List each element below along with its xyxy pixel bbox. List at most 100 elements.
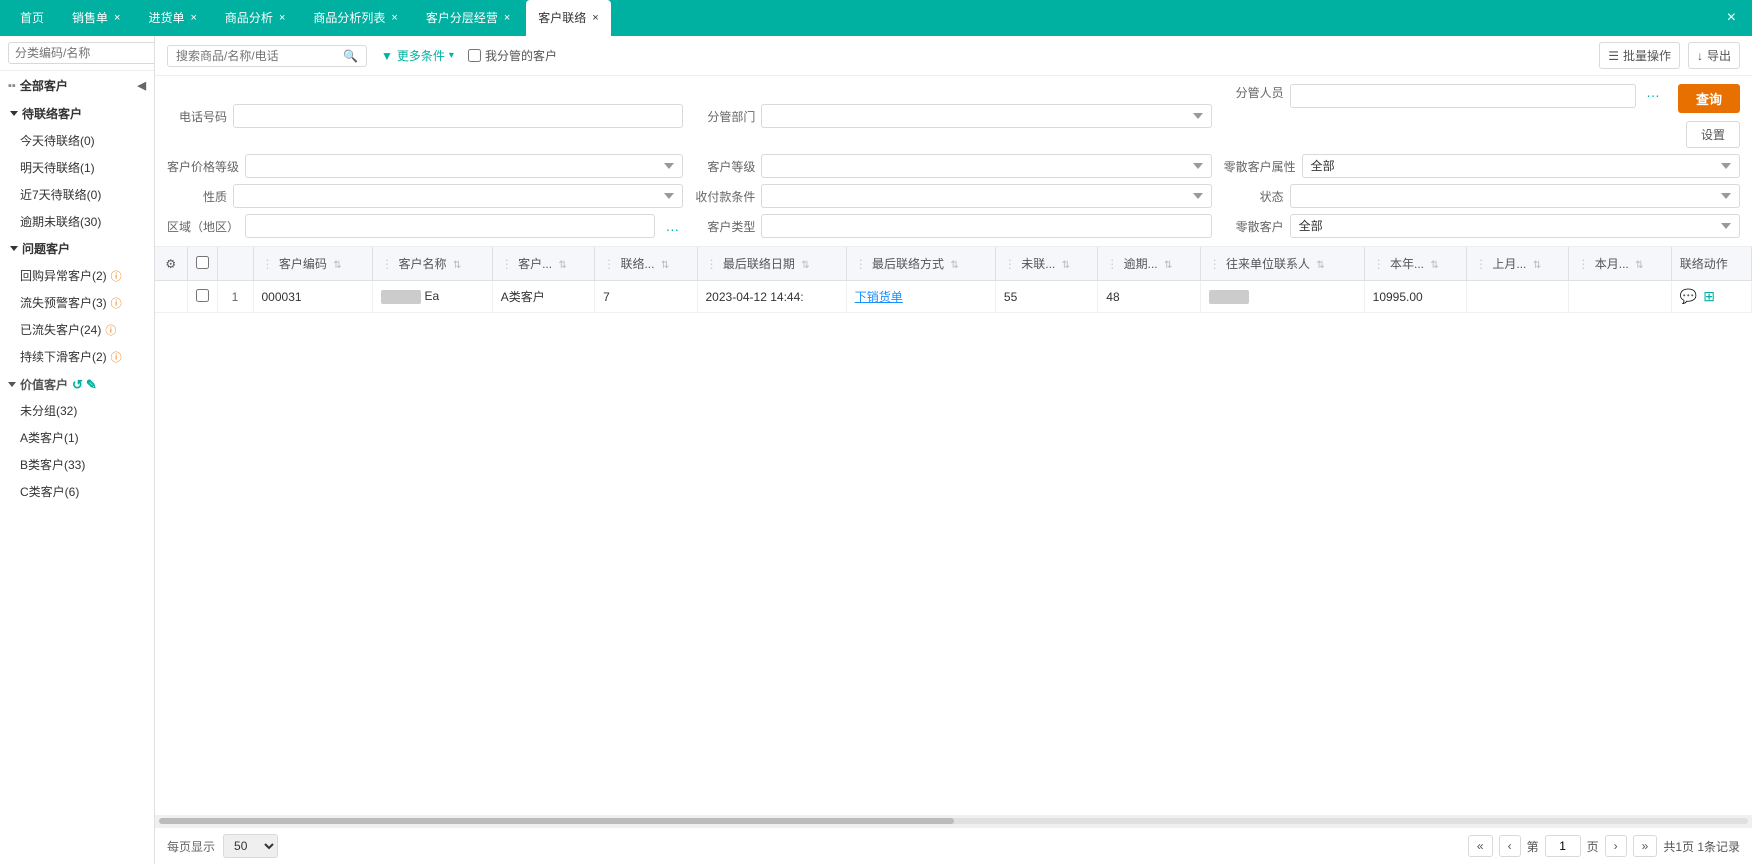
- nav-customer-contact-close[interactable]: ×: [592, 0, 598, 36]
- sidebar-item-churned[interactable]: 已流失客户(24) ⓘ: [0, 316, 154, 343]
- scrollbar-thumb[interactable]: [159, 818, 954, 824]
- col-last-method[interactable]: ⋮ 最后联络方式 ⇅: [846, 247, 995, 281]
- sidebar-item-7days-contact[interactable]: 近7天待联络(0): [0, 181, 154, 208]
- sort-code-icon[interactable]: ⇅: [333, 260, 341, 271]
- region-input[interactable]: [245, 214, 655, 238]
- sidebar-item-a-class[interactable]: A类客户(1): [0, 424, 154, 451]
- my-customers-checkbox[interactable]: 我分管的客户: [468, 47, 557, 64]
- more-conditions-btn[interactable]: ▼ 更多条件 ▾: [375, 44, 460, 67]
- col-type[interactable]: ⋮ 客户... ⇅: [492, 247, 594, 281]
- last-method-link[interactable]: 下销货单: [855, 290, 903, 304]
- dept-select[interactable]: [761, 104, 1211, 128]
- nav-product-analysis-list-close[interactable]: ×: [391, 0, 397, 36]
- select-all-checkbox[interactable]: [196, 256, 209, 269]
- col-this-year[interactable]: ⋮ 本年... ⇅: [1364, 247, 1466, 281]
- nav-customer-segment-close[interactable]: ×: [504, 0, 510, 36]
- sort-lastdate-icon[interactable]: ⇅: [801, 260, 809, 271]
- sidebar-item-b-class[interactable]: B类客户(33): [0, 451, 154, 478]
- nav-sales[interactable]: 销售单 ×: [60, 0, 132, 36]
- value-customers-refresh-icon[interactable]: ↺: [72, 377, 83, 393]
- sidebar-search-input[interactable]: [8, 42, 155, 64]
- sidebar-item-today-contact[interactable]: 今天待联络(0): [0, 127, 154, 154]
- sort-lastmonth-icon[interactable]: ⇅: [1533, 260, 1541, 271]
- col-code[interactable]: ⋮ 客户编码 ⇅: [253, 247, 373, 281]
- nav-home[interactable]: 首页: [8, 0, 56, 36]
- horizontal-scrollbar[interactable]: [155, 815, 1752, 827]
- filter-row-customer-level: 客户等级: [695, 154, 1211, 178]
- customer-type-input[interactable]: [761, 214, 1211, 238]
- value-customers-edit-icon[interactable]: ✎: [86, 377, 97, 393]
- nav-sales-close[interactable]: ×: [114, 0, 120, 36]
- nav-purchase-close[interactable]: ×: [190, 0, 196, 36]
- col-contact[interactable]: ⋮ 联络... ⇅: [595, 247, 697, 281]
- price-level-select[interactable]: [245, 154, 683, 178]
- sort-type-icon[interactable]: ⇅: [558, 260, 566, 271]
- sidebar-pending-contact[interactable]: 待联络客户: [0, 100, 154, 127]
- first-page-btn[interactable]: «: [1468, 835, 1493, 857]
- col-num: [217, 247, 253, 281]
- col-overdue[interactable]: ⋮ 逾期... ⇅: [1098, 247, 1200, 281]
- region-dots-icon[interactable]: …: [661, 218, 683, 234]
- export-btn[interactable]: ↓ 导出: [1688, 42, 1740, 69]
- payment-select[interactable]: [761, 184, 1211, 208]
- filter-search-icon[interactable]: 🔍: [343, 49, 358, 63]
- sidebar-item-no-group[interactable]: 未分组(32): [0, 397, 154, 424]
- qrcode-icon[interactable]: ⊞: [1703, 288, 1715, 305]
- sort-thismonth-icon[interactable]: ⇅: [1635, 260, 1643, 271]
- prev-page-btn[interactable]: ‹: [1499, 835, 1521, 857]
- nav-purchase[interactable]: 进货单 ×: [136, 0, 208, 36]
- nav-customer-segment[interactable]: 客户分层经营 ×: [414, 0, 522, 36]
- nav-product-analysis[interactable]: 商品分析 ×: [213, 0, 297, 36]
- sidebar-item-overdue-contact[interactable]: 逾期未联络(30): [0, 208, 154, 235]
- col-this-month[interactable]: ⋮ 本月... ⇅: [1569, 247, 1671, 281]
- row-checkbox[interactable]: [196, 289, 209, 302]
- col-gear[interactable]: ⚙: [155, 247, 187, 281]
- col-last-month[interactable]: ⋮ 上月... ⇅: [1467, 247, 1569, 281]
- sort-contact-icon[interactable]: ⇅: [661, 260, 669, 271]
- next-page-btn[interactable]: ›: [1605, 835, 1627, 857]
- col-name[interactable]: ⋮ 客户名称 ⇅: [373, 247, 493, 281]
- col-last-date[interactable]: ⋮ 最后联络日期 ⇅: [697, 247, 846, 281]
- batch-op-btn[interactable]: ☰ 批量操作: [1599, 42, 1680, 69]
- sort-nocontact-icon[interactable]: ⇅: [1062, 260, 1070, 271]
- nav-product-analysis-list[interactable]: 商品分析列表 ×: [301, 0, 409, 36]
- sort-overdue-icon[interactable]: ⇅: [1164, 260, 1172, 271]
- manager-dots-icon[interactable]: …: [1642, 84, 1664, 100]
- sidebar-value-customers-header[interactable]: 价值客户 ↺ ✎: [0, 370, 154, 397]
- export-icon: ↓: [1697, 49, 1703, 63]
- sidebar-item-repurchase-abnormal[interactable]: 回购异常客户(2) ⓘ: [0, 262, 154, 289]
- sidebar-item-declining[interactable]: 持续下滑客户(2) ⓘ: [0, 343, 154, 370]
- query-btn[interactable]: 查询: [1678, 84, 1740, 113]
- sidebar: 🔍 ▪▪ 全部客户 ◀ 待联络客户 今天待联络(0) 明天待联络(1): [0, 36, 155, 864]
- sidebar-collapse-icon[interactable]: ◀: [138, 79, 146, 92]
- sort-lastmethod-icon[interactable]: ⇅: [950, 260, 958, 271]
- my-customers-check[interactable]: [468, 49, 481, 62]
- sidebar-all-customers[interactable]: ▪▪ 全部客户 ◀: [0, 71, 154, 100]
- page-number-input[interactable]: [1545, 835, 1581, 857]
- sparse-select[interactable]: 全部: [1290, 214, 1740, 238]
- status-select[interactable]: [1290, 184, 1740, 208]
- filter-search-input[interactable]: [176, 49, 339, 63]
- sidebar-item-tomorrow-contact[interactable]: 明天待联络(1): [0, 154, 154, 181]
- phone-input[interactable]: [233, 104, 683, 128]
- sparse-attr-select[interactable]: 全部: [1302, 154, 1740, 178]
- sidebar-item-c-class[interactable]: C类客户(6): [0, 478, 154, 505]
- col-no-contact[interactable]: ⋮ 未联... ⇅: [995, 247, 1097, 281]
- window-close-button[interactable]: ×: [1719, 9, 1744, 27]
- nature-select[interactable]: [233, 184, 683, 208]
- sort-thisyear-icon[interactable]: ⇅: [1430, 260, 1438, 271]
- sidebar-problem-customers[interactable]: 问题客户: [0, 235, 154, 262]
- settings-btn[interactable]: 设置: [1686, 121, 1740, 148]
- sort-name-icon[interactable]: ⇅: [453, 260, 461, 271]
- chat-icon[interactable]: 💬: [1680, 288, 1697, 305]
- row-no-contact: 55: [995, 281, 1097, 313]
- col-unit-contact[interactable]: ⋮ 往来单位联系人 ⇅: [1200, 247, 1364, 281]
- nav-customer-contact[interactable]: 客户联络 ×: [526, 0, 610, 36]
- nav-product-analysis-close[interactable]: ×: [279, 0, 285, 36]
- last-page-btn[interactable]: »: [1633, 835, 1658, 857]
- customer-level-select[interactable]: [761, 154, 1211, 178]
- page-size-select[interactable]: 50 100 200: [223, 834, 278, 858]
- sidebar-item-churn-warning[interactable]: 流失预警客户(3) ⓘ: [0, 289, 154, 316]
- manager-input[interactable]: [1290, 84, 1636, 108]
- sort-unitcontact-icon[interactable]: ⇅: [1316, 260, 1324, 271]
